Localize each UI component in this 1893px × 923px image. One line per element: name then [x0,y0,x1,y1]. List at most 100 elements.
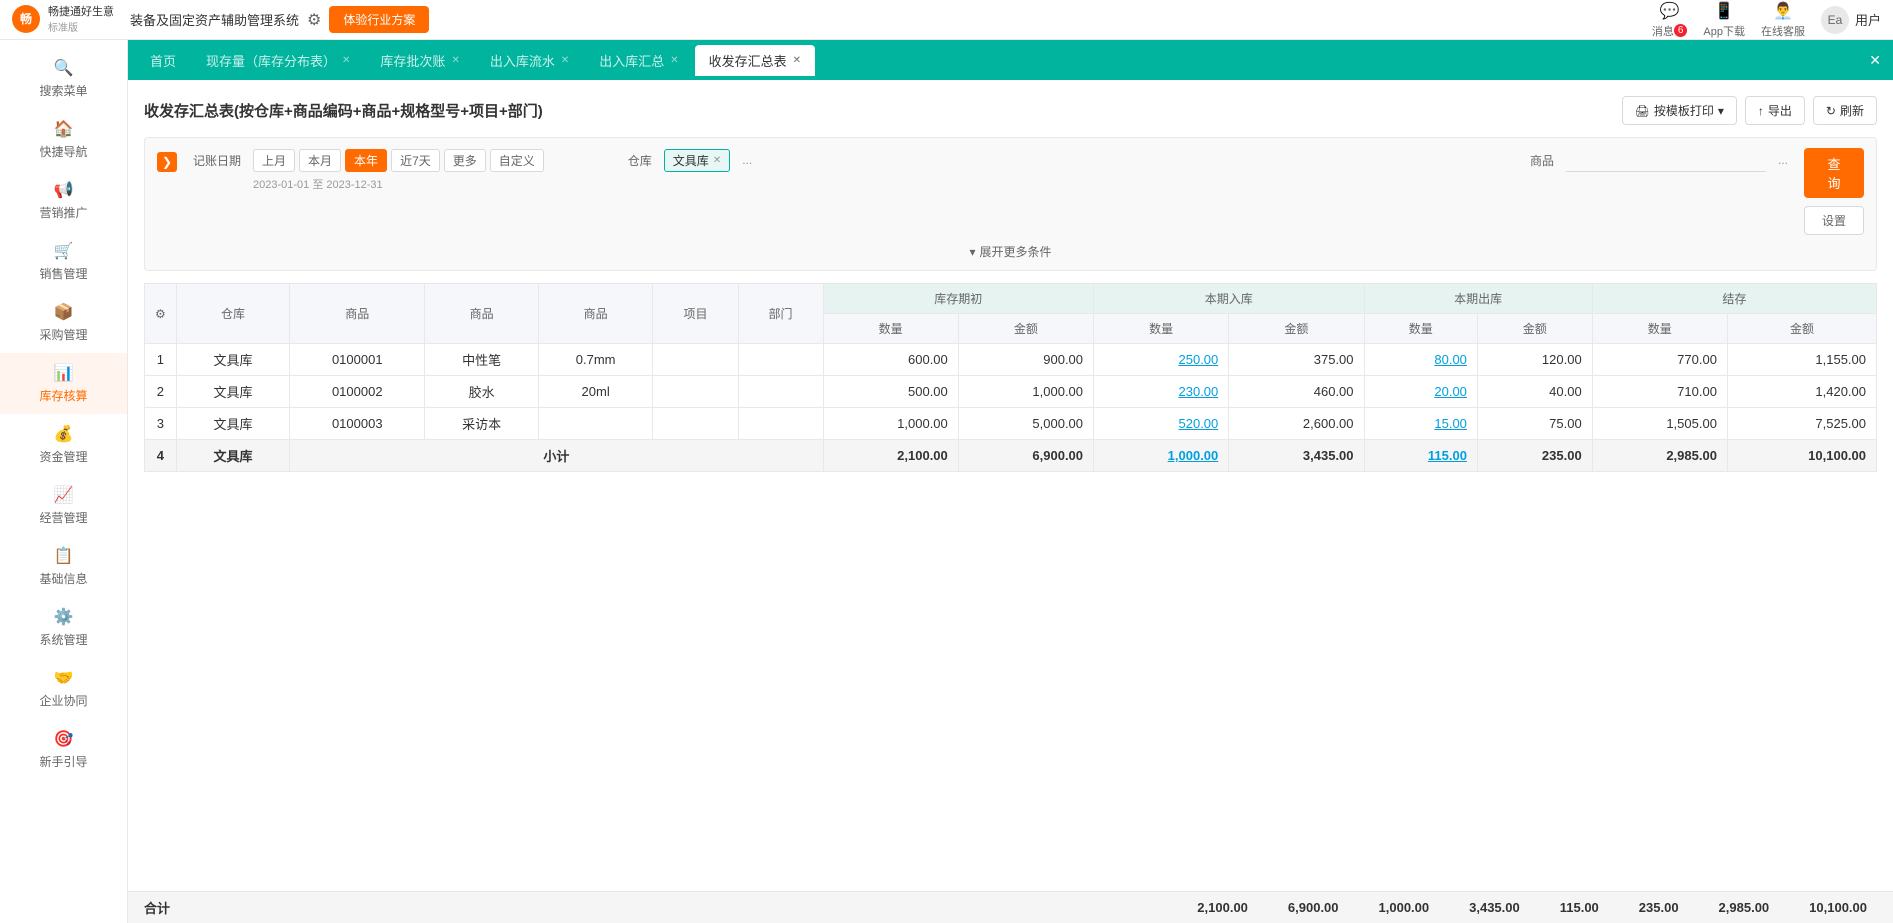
date-btn-this-year[interactable]: 本年 [345,149,387,172]
sidebar-item-finance[interactable]: 💰 资金管理 [0,414,127,475]
warehouse-filter-label: 仓库 [628,152,652,169]
tab-close-all[interactable]: ✕ [1869,52,1881,69]
date-btn-more[interactable]: 更多 [444,149,486,172]
tab-receive-send-close[interactable]: ✕ [793,55,801,66]
date-btn-this-month[interactable]: 本月 [299,149,341,172]
export-btn[interactable]: ↑ 导出 [1745,96,1805,125]
enterprise-icon: 🤝 [54,668,74,688]
print-btn[interactable]: 🖨 按模板打印 ▾ [1622,96,1737,125]
refresh-icon: ↻ [1826,104,1836,118]
sidebar-label-finance: 资金管理 [39,448,87,465]
filter-fields: 记账日期 上月 本月 本年 近7天 更多 自定义 [193,148,1788,192]
page-title: 收发存汇总表(按仓库+商品编码+商品+规格型号+项目+部门) [144,100,543,121]
user-name: 用户 [1855,10,1881,29]
sidebar-item-guide[interactable]: 🎯 新手引导 [0,719,127,780]
goods-dots[interactable]: ... [1778,153,1788,167]
sidebar-item-enterprise[interactable]: 🤝 企业协同 [0,658,127,719]
marketing-icon: 📢 [54,180,74,200]
inventory-icon: 📊 [54,363,74,383]
logo-sub: 标准版 [48,19,114,34]
row2-in-qty[interactable]: 230.00 [1094,376,1229,408]
sidebar: 🔍 搜索菜单 🏠 快捷导航 📢 营销推广 🛒 销售管理 📦 采购管理 📊 [0,40,128,923]
industry-btn[interactable]: 体验行业方案 [329,6,429,33]
col-out-amt: 金额 [1477,314,1592,344]
tab-home[interactable]: 首页 [136,45,190,76]
row3-init-amt: 5,000.00 [958,408,1093,440]
subtotal-label: 小计 [290,440,823,472]
tab-in-out-summary-label: 出入库汇总 [599,51,664,70]
total-label: 合计 [144,898,224,917]
refresh-btn[interactable]: ↻ 刷新 [1813,96,1877,125]
col-bal-qty: 数量 [1592,314,1727,344]
tab-inventory-dist-close[interactable]: ✕ [342,55,350,66]
row3-out-qty[interactable]: 15.00 [1364,408,1477,440]
sidebar-item-inventory[interactable]: 📊 库存核算 [0,353,127,414]
sidebar-item-purchase[interactable]: 📦 采购管理 [0,292,127,353]
row3-no: 3 [145,408,177,440]
tab-batch-account-close[interactable]: ✕ [451,55,459,66]
date-btn-7days[interactable]: 近7天 [391,149,440,172]
subtotal-row: 4 文具库 小计 2,100.00 6,900.00 1,000.00 3,43… [145,440,1877,472]
filter-toggle: ❯ [157,148,177,172]
warehouse-dots[interactable]: ... [742,153,752,167]
online-service-group[interactable]: 👨‍💼 在线客服 [1761,1,1805,39]
page-header: 收发存汇总表(按仓库+商品编码+商品+规格型号+项目+部门) 🖨 按模板打印 ▾… [144,96,1877,125]
sidebar-item-quick-nav[interactable]: 🏠 快捷导航 [0,109,127,170]
sidebar-item-base-info[interactable]: 📋 基础信息 [0,536,127,597]
row2-init-amt: 1,000.00 [958,376,1093,408]
tab-in-out-flow-close[interactable]: ✕ [561,55,569,66]
col-dept: 部门 [738,284,823,344]
date-range-text: 2023-01-01 至 2023-12-31 [253,176,383,192]
total-nums: 2,100.00 6,900.00 1,000.00 3,435.00 115.… [244,900,1877,915]
tab-receive-send[interactable]: 收发存汇总表 ✕ [695,45,815,76]
sidebar-item-marketing[interactable]: 📢 营销推广 [0,170,127,231]
col-in-amt: 金额 [1229,314,1364,344]
table-row: 3 文具库 0100003 采访本 1,000.00 5,000.00 520.… [145,408,1877,440]
subtotal-init-amt: 6,900.00 [958,440,1093,472]
sidebar-item-search[interactable]: 🔍 搜索菜单 [0,48,127,109]
tab-in-out-summary[interactable]: 出入库汇总 ✕ [585,45,692,76]
message-icon-group[interactable]: 💬 消息6 [1652,1,1688,39]
expand-btn-label: 展开更多条件 [980,243,1052,260]
sidebar-item-operations[interactable]: 📈 经营管理 [0,475,127,536]
tab-in-out-summary-close[interactable]: ✕ [670,55,678,66]
tab-batch-account[interactable]: 库存批次账 ✕ [366,45,473,76]
subtotal-in-qty[interactable]: 1,000.00 [1094,440,1229,472]
system-icon: ⚙️ [54,607,74,627]
row1-out-qty[interactable]: 80.00 [1364,344,1477,376]
subtotal-in-amt: 3,435.00 [1229,440,1364,472]
user-group[interactable]: Ea 用户 [1821,6,1881,34]
goods-input[interactable] [1566,148,1766,172]
avatar: Ea [1821,6,1849,34]
col-settings-icon[interactable]: ⚙ [145,284,177,344]
row2-out-qty[interactable]: 20.00 [1364,376,1477,408]
app-download-group[interactable]: 📱 App下载 [1703,1,1745,39]
sidebar-label-sales: 销售管理 [39,265,87,282]
guide-icon: 🎯 [54,729,74,749]
sidebar-label-purchase: 采购管理 [39,326,87,343]
row3-in-qty[interactable]: 520.00 [1094,408,1229,440]
table-container: ⚙ 仓库 商品 商品 商品 项目 部门 库存期初 本期入库 本期出库 结存 [144,283,1877,472]
tab-in-out-flow[interactable]: 出入库流水 ✕ [476,45,583,76]
warehouse-tag-close[interactable]: ✕ [713,155,721,166]
date-btn-custom[interactable]: 自定义 [490,149,544,172]
subtotal-out-qty[interactable]: 115.00 [1364,440,1477,472]
row2-in-amt: 460.00 [1229,376,1364,408]
filter-toggle-btn[interactable]: ❯ [157,152,177,172]
gear-button[interactable]: ⚙ [307,10,321,30]
settings-btn[interactable]: 设置 [1804,206,1864,235]
row2-bal-qty: 710.00 [1592,376,1727,408]
goods-filter-label: 商品 [1530,152,1554,169]
date-label: 记账日期 [193,152,241,169]
tab-inventory-dist[interactable]: 现存量（库存分布表） ✕ [192,45,364,76]
row1-in-qty[interactable]: 250.00 [1094,344,1229,376]
expand-btn[interactable]: ▾ 展开更多条件 [157,243,1864,260]
sidebar-label-system: 系统管理 [39,631,87,648]
export-icon: ↑ [1758,104,1764,118]
chevron-down-icon: ▾ [1718,104,1724,118]
sidebar-item-system[interactable]: ⚙️ 系统管理 [0,597,127,658]
query-btn[interactable]: 查询 [1804,148,1864,198]
sidebar-item-sales[interactable]: 🛒 销售管理 [0,231,127,292]
date-btn-last-month[interactable]: 上月 [253,149,295,172]
row1-dept [738,344,823,376]
